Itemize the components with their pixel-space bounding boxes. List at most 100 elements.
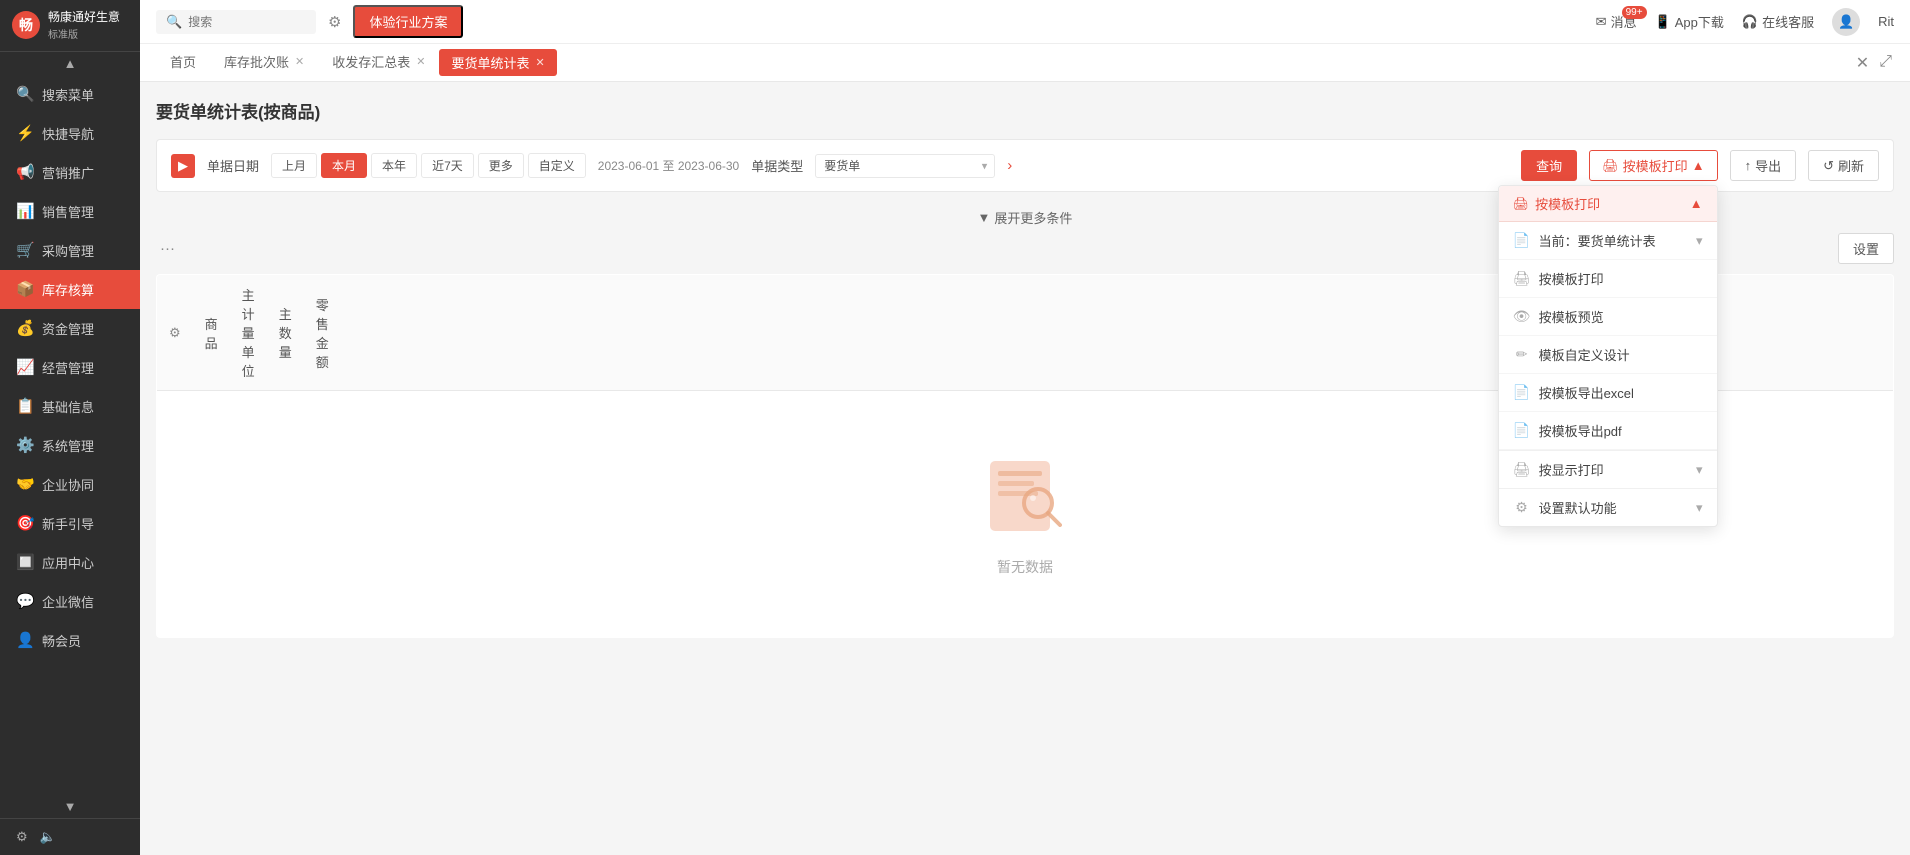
gear-icon[interactable]: ⚙ [328, 13, 341, 31]
print-dropdown-title: 🖨 按模板打印 [1513, 194, 1601, 213]
template-preview-icon: 👁 [1513, 308, 1531, 325]
tab-maximize-btn[interactable]: ⤢ [1877, 51, 1894, 75]
query-button[interactable]: 查询 [1521, 150, 1577, 181]
period-current-month[interactable]: 本月 [321, 153, 367, 178]
page-title: 要货单统计表(按商品) [156, 98, 1894, 123]
apps-icon: 🔲 [16, 553, 34, 571]
trial-button[interactable]: 体验行业方案 [353, 5, 463, 38]
operation-icon: 📈 [16, 358, 34, 376]
export-button[interactable]: ↑ 导出 [1730, 150, 1797, 181]
print-template-design[interactable]: ✏ 模板自定义设计 [1499, 336, 1717, 374]
tabs-right-controls: ✕ ⤢ [1854, 51, 1894, 75]
sidebar-item-guide[interactable]: 🎯 新手引导 [0, 504, 140, 543]
sidebar-item-coop[interactable]: 🤝 企业协同 [0, 465, 140, 504]
marketing-icon: 📢 [16, 163, 34, 181]
system-icon: ⚙️ [16, 436, 34, 454]
toolbar-right: 设置 [1838, 233, 1894, 264]
sidebar-item-inventory[interactable]: 📦 库存核算 [0, 270, 140, 309]
print-display-print[interactable]: 🖨 按显示打印 ▾ [1499, 450, 1717, 488]
sidebar-item-member[interactable]: 👤 畅会员 [0, 621, 140, 660]
username-label: Rit [1878, 14, 1894, 29]
print-dropdown-header: 🖨 按模板打印 ▲ [1499, 186, 1717, 222]
print-dropdown-wrapper: 🖨 按模板打印 ▲ 🖨 按模板打印 ▲ 📄 当前：要货 [1589, 150, 1717, 181]
empty-text: 暂无数据 [997, 557, 1053, 577]
print-header-icon: 🖨 [1513, 196, 1530, 212]
print-template-pdf[interactable]: 📄 按模板导出pdf [1499, 412, 1717, 450]
print-current-template[interactable]: 📄 当前：要货单统计表 ▾ [1499, 222, 1717, 260]
search-box: 🔍 [156, 10, 316, 34]
tab-inventory-batch[interactable]: 库存批次账 ✕ [210, 44, 318, 81]
sidebar-item-apps[interactable]: 🔲 应用中心 [0, 543, 140, 582]
type-select[interactable]: 要货单 [815, 154, 995, 178]
period-more[interactable]: 更多 [478, 153, 524, 178]
print-template-print[interactable]: 🖨 按模板打印 [1499, 260, 1717, 298]
export-icon: ↑ [1745, 158, 1752, 173]
template-excel-icon: 📄 [1513, 384, 1531, 401]
tab-order-stats[interactable]: 要货单统计表 ✕ [439, 49, 556, 76]
sales-icon: 📊 [16, 202, 34, 220]
avatar[interactable]: 👤 [1832, 8, 1860, 36]
sidebar-settings-icon[interactable]: ⚙ [16, 829, 28, 845]
print-template-excel[interactable]: 📄 按模板导出excel [1499, 374, 1717, 412]
sidebar-item-system[interactable]: ⚙️ 系统管理 [0, 426, 140, 465]
purchase-icon: 🛒 [16, 241, 34, 259]
logo-icon: 畅 [12, 11, 40, 39]
service-icon: 🎧 [1742, 14, 1758, 30]
sidebar-item-marketing[interactable]: 📢 营销推广 [0, 153, 140, 192]
sidebar-item-finance[interactable]: 💰 资金管理 [0, 309, 140, 348]
tab-close-receivable-summary[interactable]: ✕ [416, 55, 425, 68]
shortcut-icon: ⚡ [16, 124, 34, 142]
print-template-btn[interactable]: 🖨 按模板打印 ▲ [1589, 150, 1717, 181]
settings-button[interactable]: 设置 [1838, 233, 1894, 264]
set-default-icon: ⚙ [1513, 499, 1531, 516]
sidebar-scroll-down[interactable]: ▼ [0, 795, 140, 818]
empty-icon [970, 451, 1080, 541]
sidebar-audio-icon[interactable]: 🔈 [40, 829, 56, 845]
display-print-chevron: ▾ [1696, 462, 1703, 478]
sidebar-item-shortcut[interactable]: ⚡ 快捷导航 [0, 114, 140, 153]
period-prev-month[interactable]: 上月 [271, 153, 317, 178]
logo-text: 畅康通好生意 标准版 [48, 10, 120, 41]
th-settings: ⚙ [157, 275, 193, 391]
sidebar-item-sales[interactable]: 📊 销售管理 [0, 192, 140, 231]
sidebar-item-search[interactable]: 🔍 搜索菜单 [0, 75, 140, 114]
app-download-btn[interactable]: 📱 App下载 [1655, 12, 1724, 31]
guide-icon: 🎯 [16, 514, 34, 532]
filter-bar: ▶ 单据日期 上月 本月 本年 近7天 更多 自定义 2023-06-01 至 … [156, 139, 1894, 192]
tab-receivable-summary[interactable]: 收发存汇总表 ✕ [318, 44, 439, 81]
tab-close-inventory-batch[interactable]: ✕ [295, 55, 304, 68]
filter-expand-btn[interactable]: ▶ [171, 154, 195, 178]
basic-icon: 📋 [16, 397, 34, 415]
tab-close-order-stats[interactable]: ✕ [536, 56, 545, 69]
current-template-chevron: ▾ [1696, 233, 1703, 249]
sidebar-item-wechat[interactable]: 💬 企业微信 [0, 582, 140, 621]
print-chevron-up-icon: ▲ [1692, 158, 1705, 173]
th-amount: 零售金额 [304, 275, 341, 391]
main-content: 🔍 ⚙ 体验行业方案 ✉ 消息 99+ 📱 App下载 🎧 在线客服 👤 Rit [140, 0, 1910, 855]
messages-btn[interactable]: ✉ 消息 99+ [1596, 12, 1637, 31]
period-7days[interactable]: 近7天 [421, 153, 474, 178]
sidebar-scroll-up[interactable]: ▲ [0, 52, 140, 75]
sidebar-item-operation[interactable]: 📈 经营管理 [0, 348, 140, 387]
search-input[interactable] [188, 15, 306, 29]
table-settings-icon[interactable]: ⚙ [169, 325, 181, 340]
print-set-default[interactable]: ⚙ 设置默认功能 ▾ [1499, 488, 1717, 526]
tabs-bar: 首页 库存批次账 ✕ 收发存汇总表 ✕ 要货单统计表 ✕ ✕ ⤢ [140, 44, 1910, 82]
type-select-wrapper: 要货单 [815, 154, 995, 178]
sidebar-item-purchase[interactable]: 🛒 采购管理 [0, 231, 140, 270]
print-template-preview[interactable]: 👁 按模板预览 [1499, 298, 1717, 336]
online-service-btn[interactable]: 🎧 在线客服 [1742, 12, 1814, 31]
filter-date-group: 上月 本月 本年 近7天 更多 自定义 [271, 153, 586, 178]
print-dropdown: 🖨 按模板打印 ▲ 📄 当前：要货单统计表 ▾ 🖨 按模板打印 [1498, 185, 1718, 527]
tab-close-btn[interactable]: ✕ [1854, 51, 1871, 75]
sidebar-logo: 畅 畅康通好生意 标准版 [0, 0, 140, 52]
period-current-year[interactable]: 本年 [371, 153, 417, 178]
refresh-button[interactable]: ↺ 刷新 [1808, 150, 1879, 181]
template-pdf-icon: 📄 [1513, 422, 1531, 439]
print-dropdown-close-chevron[interactable]: ▲ [1690, 196, 1703, 211]
period-custom[interactable]: 自定义 [528, 153, 586, 178]
sidebar-item-basic[interactable]: 📋 基础信息 [0, 387, 140, 426]
more-options-btn[interactable]: ··· [156, 236, 179, 261]
tab-home[interactable]: 首页 [156, 44, 210, 81]
date-label: 单据日期 [207, 156, 259, 175]
